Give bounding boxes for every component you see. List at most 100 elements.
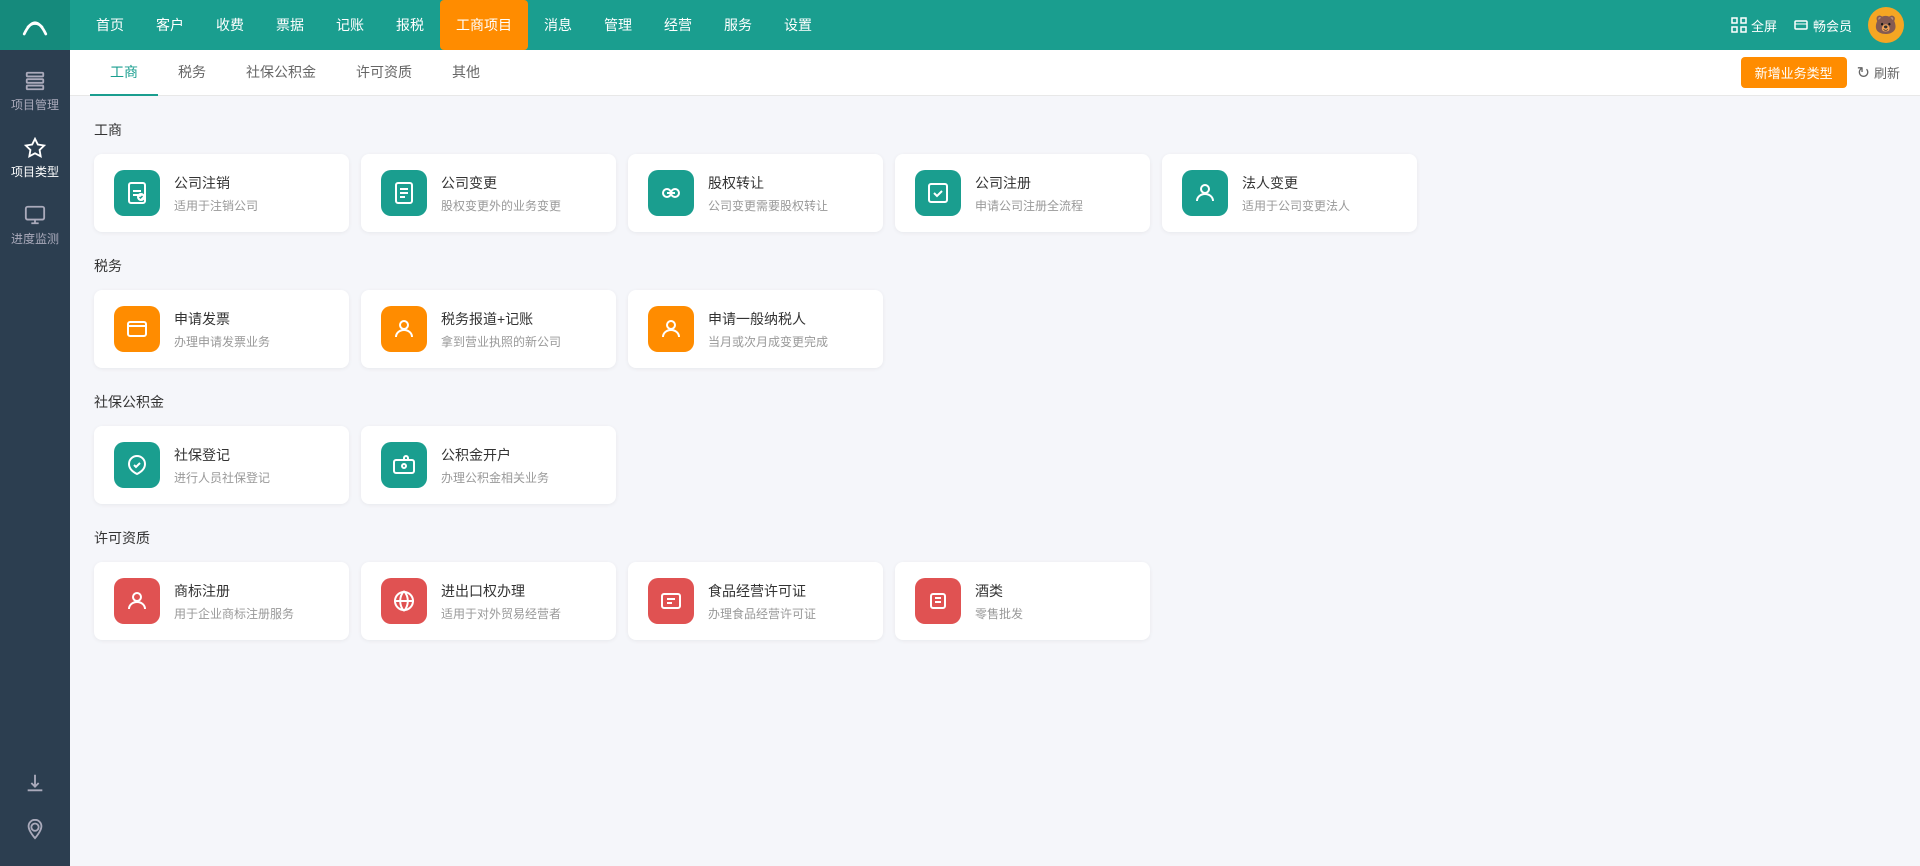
card-icon-公积金开户 — [381, 442, 427, 488]
cards-grid-许可资质: 商标注册 用于企业商标注册服务 进出口权办理 适用于对外贸易经营者 食品经营许可… — [94, 562, 1896, 640]
section-title-社保公积金: 社保公积金 — [94, 392, 1896, 412]
nav-item-服务[interactable]: 服务 — [708, 0, 768, 50]
nav-item-记账[interactable]: 记账 — [320, 0, 380, 50]
card-法人变更[interactable]: 法人变更 适用于公司变更法人 — [1162, 154, 1417, 232]
card-text-公司注册: 公司注册 申请公司注册全流程 — [975, 173, 1083, 214]
card-title: 商标注册 — [174, 581, 294, 601]
refresh-button[interactable]: ↻ 刷新 — [1857, 63, 1900, 83]
card-icon-公司注册 — [915, 170, 961, 216]
sidebar-item-progress[interactable]: 进度监测 — [0, 194, 70, 257]
card-title: 食品经营许可证 — [708, 581, 816, 601]
card-text-公积金开户: 公积金开户 办理公积金相关业务 — [441, 445, 549, 486]
card-公积金开户[interactable]: 公积金开户 办理公积金相关业务 — [361, 426, 616, 504]
sidebar: 项目管理 项目类型 进度监测 — [0, 50, 70, 866]
tab-社保公积金[interactable]: 社保公积金 — [226, 50, 336, 96]
card-text-法人变更: 法人变更 适用于公司变更法人 — [1242, 173, 1350, 214]
tab-许可资质[interactable]: 许可资质 — [336, 50, 432, 96]
card-商标注册[interactable]: 商标注册 用于企业商标注册服务 — [94, 562, 349, 640]
nav-item-设置[interactable]: 设置 — [768, 0, 828, 50]
card-desc: 股权变更外的业务变更 — [441, 197, 561, 214]
top-navigation: 首页客户收费票据记账报税工商项目消息管理经营服务设置 全屏 畅会员 🐻 — [0, 0, 1920, 50]
nav-right: 全屏 畅会员 🐻 — [1731, 7, 1920, 43]
card-desc: 申请公司注册全流程 — [975, 197, 1083, 214]
tab-items: 工商税务社保公积金许可资质其他 — [90, 50, 500, 96]
card-text-公司变更: 公司变更 股权变更外的业务变更 — [441, 173, 561, 214]
sidebar-item-project-management[interactable]: 项目管理 — [0, 60, 70, 123]
card-公司注册[interactable]: 公司注册 申请公司注册全流程 — [895, 154, 1150, 232]
sidebar-bottom — [0, 762, 70, 866]
nav-item-报税[interactable]: 报税 — [380, 0, 440, 50]
card-酒类[interactable]: 酒类 零售批发 — [895, 562, 1150, 640]
main-layout: 项目管理 项目类型 进度监测 工商税务社保公积金许可资质其他 新增业务类型 — [0, 50, 1920, 866]
cards-grid-社保公积金: 社保登记 进行人员社保登记 公积金开户 办理公积金相关业务 — [94, 426, 1896, 504]
card-icon-股权转让 — [648, 170, 694, 216]
card-text-商标注册: 商标注册 用于企业商标注册服务 — [174, 581, 294, 622]
new-type-button[interactable]: 新增业务类型 — [1741, 57, 1847, 88]
card-title: 法人变更 — [1242, 173, 1350, 193]
avatar[interactable]: 🐻 — [1868, 7, 1904, 43]
card-text-公司注销: 公司注销 适用于注销公司 — [174, 173, 258, 214]
card-desc: 用于企业商标注册服务 — [174, 605, 294, 622]
card-title: 申请一般纳税人 — [708, 309, 828, 329]
card-税务报道+记账[interactable]: 税务报道+记账 拿到营业执照的新公司 — [361, 290, 616, 368]
card-icon-进出口权办理 — [381, 578, 427, 624]
content-area: 工商税务社保公积金许可资质其他 新增业务类型 ↻ 刷新 工商 公司注销 适用于注… — [70, 50, 1920, 866]
card-title: 酒类 — [975, 581, 1023, 601]
card-desc: 当月或次月成变更完成 — [708, 333, 828, 350]
sidebar-download[interactable] — [0, 762, 70, 804]
card-desc: 进行人员社保登记 — [174, 469, 270, 486]
nav-items: 首页客户收费票据记账报税工商项目消息管理经营服务设置 — [70, 0, 1731, 50]
section-title-许可资质: 许可资质 — [94, 528, 1896, 548]
card-desc: 办理申请发票业务 — [174, 333, 270, 350]
section-title-工商: 工商 — [94, 120, 1896, 140]
card-text-申请一般纳税人: 申请一般纳税人 当月或次月成变更完成 — [708, 309, 828, 350]
card-desc: 拿到营业执照的新公司 — [441, 333, 561, 350]
card-desc: 办理食品经营许可证 — [708, 605, 816, 622]
card-title: 公积金开户 — [441, 445, 549, 465]
nav-item-工商项目[interactable]: 工商项目 — [440, 0, 528, 50]
cards-grid-税务: 申请发票 办理申请发票业务 税务报道+记账 拿到营业执照的新公司 申请一般纳税人… — [94, 290, 1896, 368]
card-公司变更[interactable]: 公司变更 股权变更外的业务变更 — [361, 154, 616, 232]
card-text-食品经营许可证: 食品经营许可证 办理食品经营许可证 — [708, 581, 816, 622]
tab-工商[interactable]: 工商 — [90, 50, 158, 96]
nav-item-收费[interactable]: 收费 — [200, 0, 260, 50]
card-text-进出口权办理: 进出口权办理 适用于对外贸易经营者 — [441, 581, 561, 622]
nav-item-客户[interactable]: 客户 — [140, 0, 200, 50]
card-食品经营许可证[interactable]: 食品经营许可证 办理食品经营许可证 — [628, 562, 883, 640]
card-icon-食品经营许可证 — [648, 578, 694, 624]
nav-item-票据[interactable]: 票据 — [260, 0, 320, 50]
cards-grid-工商: 公司注销 适用于注销公司 公司变更 股权变更外的业务变更 股权转让 公司变更需要… — [94, 154, 1896, 232]
card-icon-公司变更 — [381, 170, 427, 216]
card-icon-商标注册 — [114, 578, 160, 624]
card-title: 公司变更 — [441, 173, 561, 193]
nav-item-消息[interactable]: 消息 — [528, 0, 588, 50]
scroll-content: 工商 公司注销 适用于注销公司 公司变更 股权变更外的业务变更 股权转让 公 — [70, 96, 1920, 866]
sidebar-item-project-type[interactable]: 项目类型 — [0, 127, 70, 190]
card-text-社保登记: 社保登记 进行人员社保登记 — [174, 445, 270, 486]
card-股权转让[interactable]: 股权转让 公司变更需要股权转让 — [628, 154, 883, 232]
nav-item-管理[interactable]: 管理 — [588, 0, 648, 50]
vip-button[interactable]: 畅会员 — [1793, 16, 1852, 35]
tab-税务[interactable]: 税务 — [158, 50, 226, 96]
card-text-酒类: 酒类 零售批发 — [975, 581, 1023, 622]
card-申请一般纳税人[interactable]: 申请一般纳税人 当月或次月成变更完成 — [628, 290, 883, 368]
sidebar-location[interactable] — [0, 808, 70, 850]
card-title: 申请发票 — [174, 309, 270, 329]
card-desc: 适用于对外贸易经营者 — [441, 605, 561, 622]
card-icon-法人变更 — [1182, 170, 1228, 216]
tab-其他[interactable]: 其他 — [432, 50, 500, 96]
card-title: 税务报道+记账 — [441, 309, 561, 329]
sidebar-label: 进度监测 — [11, 230, 59, 247]
card-title: 社保登记 — [174, 445, 270, 465]
card-desc: 零售批发 — [975, 605, 1023, 622]
card-公司注销[interactable]: 公司注销 适用于注销公司 — [94, 154, 349, 232]
nav-item-首页[interactable]: 首页 — [80, 0, 140, 50]
nav-item-经营[interactable]: 经营 — [648, 0, 708, 50]
tab-actions: 新增业务类型 ↻ 刷新 — [1741, 57, 1900, 88]
card-社保登记[interactable]: 社保登记 进行人员社保登记 — [94, 426, 349, 504]
card-icon-公司注销 — [114, 170, 160, 216]
card-进出口权办理[interactable]: 进出口权办理 适用于对外贸易经营者 — [361, 562, 616, 640]
section-title-税务: 税务 — [94, 256, 1896, 276]
fullscreen-button[interactable]: 全屏 — [1731, 16, 1777, 35]
card-申请发票[interactable]: 申请发票 办理申请发票业务 — [94, 290, 349, 368]
